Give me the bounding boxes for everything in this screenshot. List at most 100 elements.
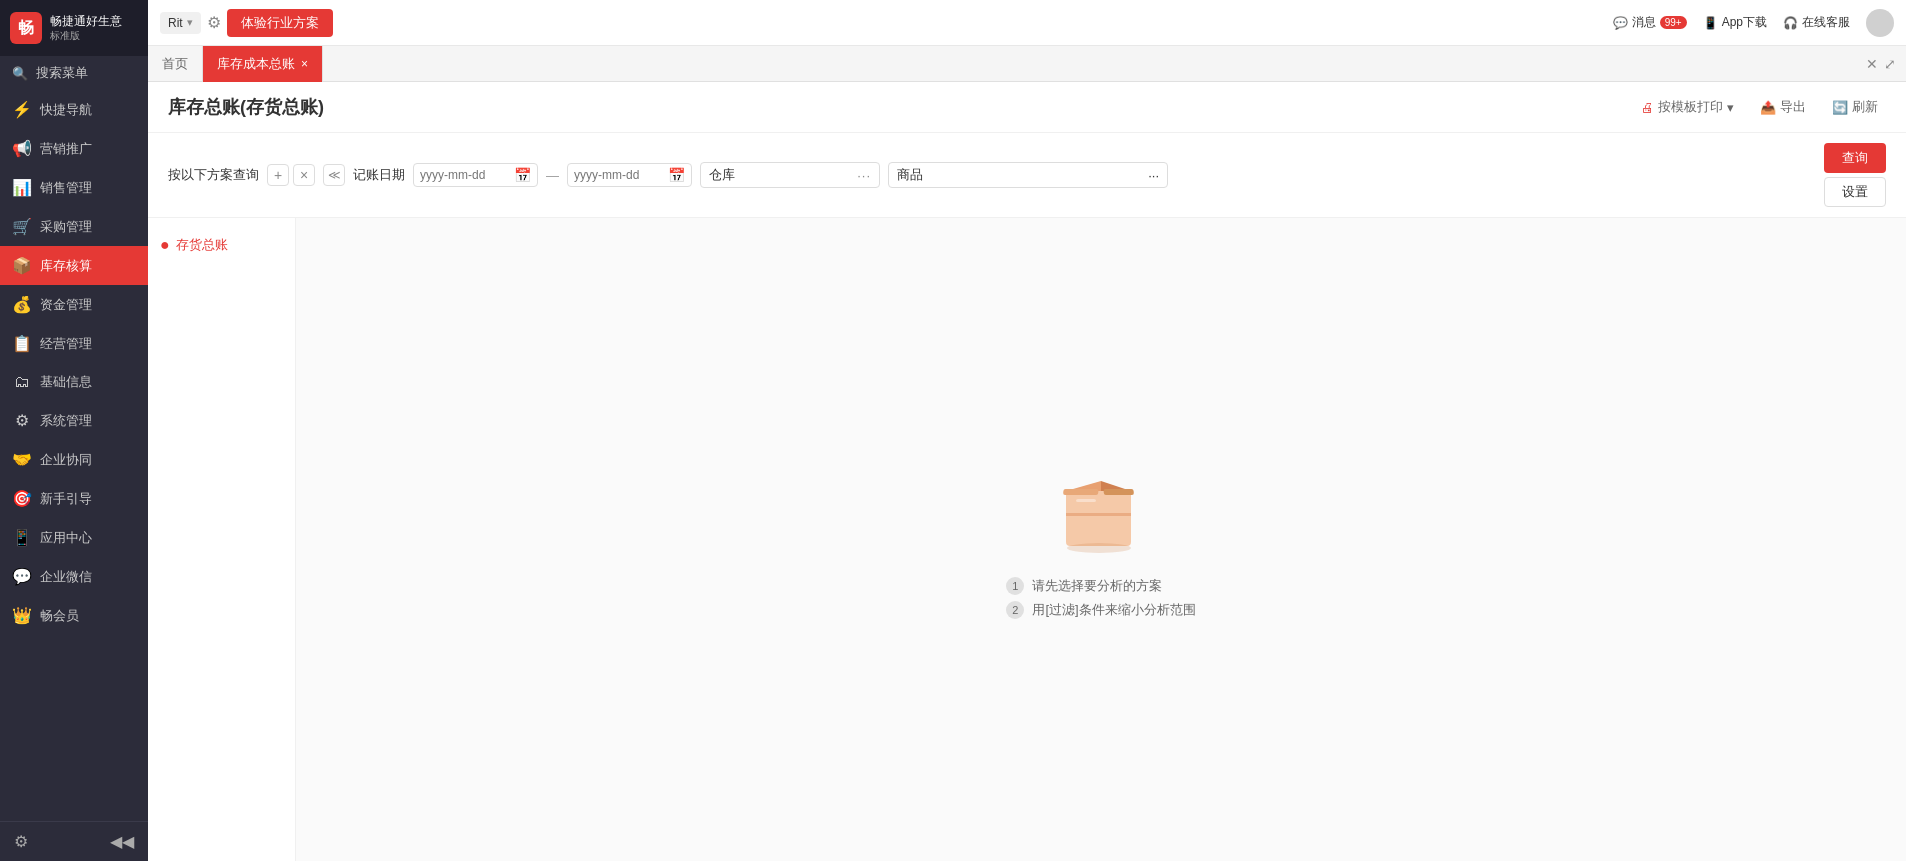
tab-home[interactable]: 首页	[148, 46, 203, 82]
sidebar-item-label: 营销推广	[40, 140, 92, 158]
step1-text: 请先选择要分析的方案	[1032, 577, 1162, 595]
collapse-icon[interactable]: ◀◀	[110, 832, 134, 851]
sidebar-bottom: ⚙ ◀◀	[0, 821, 148, 861]
sidebar-item-inventory[interactable]: 📦 库存核算	[0, 246, 148, 285]
app-logo: 畅 畅捷通好生意 标准版	[0, 0, 148, 56]
export-icon: 📤	[1760, 100, 1776, 115]
system-icon: ⚙	[12, 411, 32, 430]
date-start-input[interactable]	[420, 168, 510, 182]
close-tab-icon[interactable]: ×	[301, 58, 308, 70]
scheme-sidebar: ● 存货总账	[148, 218, 296, 861]
sidebar-item-finance[interactable]: 💰 资金管理	[0, 285, 148, 324]
sidebar-item-app-center[interactable]: 📱 应用中心	[0, 518, 148, 557]
avatar[interactable]	[1866, 9, 1894, 37]
empty-step1: 1 请先选择要分析的方案	[1006, 577, 1195, 595]
warehouse-select[interactable]: 仓库 ···	[700, 162, 880, 188]
search-icon: 🔍	[12, 66, 28, 81]
logo-icon: 畅	[10, 12, 42, 44]
message-btn[interactable]: 💬 消息 99+	[1613, 14, 1687, 31]
date-separator: —	[546, 168, 559, 183]
sidebar-item-label: 快捷导航	[40, 101, 92, 119]
date-end-input-wrap[interactable]: 📅	[567, 163, 692, 187]
marketing-icon: 📢	[12, 139, 32, 158]
gear-icon[interactable]: ⚙	[207, 13, 221, 32]
scheme-item-inventory[interactable]: ● 存货总账	[148, 228, 295, 262]
empty-state: 1 请先选择要分析的方案 2 用[过滤]条件来缩小分析范围	[1006, 461, 1195, 619]
sidebar-item-member[interactable]: 👑 畅会员	[0, 596, 148, 635]
print-icon: 🖨	[1641, 100, 1654, 115]
operations-icon: 📋	[12, 334, 32, 353]
calendar-start-icon[interactable]: 📅	[514, 167, 531, 183]
warehouse-more-icon: ···	[857, 168, 871, 183]
print-label: 按模板打印	[1658, 98, 1723, 116]
chevron-down-icon: ▾	[187, 16, 193, 29]
page-title: 库存总账(存货总账)	[168, 95, 324, 119]
page-header: 库存总账(存货总账) 🖨 按模板打印 ▾ 📤 导出 🔄 刷新	[148, 82, 1906, 133]
query-btn[interactable]: 查询	[1824, 143, 1886, 173]
svg-point-7	[1067, 543, 1131, 553]
tabbar: 首页 库存成本总账 × ✕ ⤢	[148, 46, 1906, 82]
settings-bottom-icon[interactable]: ⚙	[14, 832, 28, 851]
print-btn[interactable]: 🖨 按模板打印 ▾	[1633, 94, 1742, 120]
sidebar-item-marketing[interactable]: 📢 营销推广	[0, 129, 148, 168]
sidebar-item-wechat[interactable]: 💬 企业微信	[0, 557, 148, 596]
refresh-btn[interactable]: 🔄 刷新	[1824, 94, 1886, 120]
sidebar-item-label: 基础信息	[40, 373, 92, 391]
app-center-icon: 📱	[12, 528, 32, 547]
sidebar-item-quick-nav[interactable]: ⚡ 快捷导航	[0, 90, 148, 129]
newbie-icon: 🎯	[12, 489, 32, 508]
warehouse-label: 仓库	[709, 166, 735, 184]
app-download-label: App下载	[1722, 14, 1767, 31]
svg-rect-4	[1103, 489, 1134, 495]
filter-add-btn[interactable]: +	[267, 164, 289, 186]
logo-sub: 标准版	[50, 29, 122, 42]
logo-main: 畅捷通好生意	[50, 14, 122, 30]
search-menu-label: 搜索菜单	[36, 64, 88, 82]
date-start-input-wrap[interactable]: 📅	[413, 163, 538, 187]
goods-select[interactable]: 商品 ···	[888, 162, 1168, 188]
user-name: Rit	[168, 16, 183, 30]
tab-active-label: 库存成本总账	[217, 55, 295, 73]
filter-collapse-btn[interactable]: ≪	[323, 164, 345, 186]
app-download-btn[interactable]: 📱 App下载	[1703, 14, 1767, 31]
sidebar-item-operations[interactable]: 📋 经营管理	[0, 324, 148, 363]
finance-icon: 💰	[12, 295, 32, 314]
sidebar-item-label: 采购管理	[40, 218, 92, 236]
tab-panel-right: ✕ ⤢	[1856, 56, 1906, 72]
sidebar-item-label: 新手引导	[40, 490, 92, 508]
export-btn[interactable]: 📤 导出	[1752, 94, 1814, 120]
close-panel-icon[interactable]: ✕	[1866, 56, 1878, 72]
filter-delete-btn[interactable]: ×	[293, 164, 315, 186]
sidebar-item-label: 库存核算	[40, 257, 92, 275]
message-badge: 99+	[1660, 16, 1687, 29]
search-menu[interactable]: 🔍 搜索菜单	[0, 56, 148, 90]
empty-svg	[1041, 461, 1161, 561]
online-support-label: 在线客服	[1802, 14, 1850, 31]
sidebar-item-enterprise[interactable]: 🤝 企业协同	[0, 440, 148, 479]
user-area[interactable]: Rit ▾	[160, 12, 201, 34]
sidebar-item-purchase[interactable]: 🛒 采购管理	[0, 207, 148, 246]
sidebar-item-base-info[interactable]: 🗂 基础信息	[0, 363, 148, 401]
main-content: 1 请先选择要分析的方案 2 用[过滤]条件来缩小分析范围	[296, 218, 1906, 861]
tab-inventory-ledger[interactable]: 库存成本总账 ×	[203, 46, 323, 82]
date-end-input[interactable]	[574, 168, 664, 182]
sidebar-item-newbie[interactable]: 🎯 新手引导	[0, 479, 148, 518]
empty-lines: 1 请先选择要分析的方案 2 用[过滤]条件来缩小分析范围	[1006, 577, 1195, 619]
filter-label: 按以下方案查询	[168, 166, 259, 184]
goods-more-icon: ···	[1148, 168, 1159, 183]
sidebar-item-system[interactable]: ⚙ 系统管理	[0, 401, 148, 440]
settings-btn[interactable]: 设置	[1824, 177, 1886, 207]
svg-rect-6	[1066, 513, 1131, 516]
date-filter-label: 记账日期	[353, 166, 405, 184]
scheme-inventory-icon: ●	[160, 236, 170, 254]
sidebar-item-label: 企业协同	[40, 451, 92, 469]
tab-home-label: 首页	[162, 55, 188, 73]
industry-btn[interactable]: 体验行业方案	[227, 9, 333, 37]
sidebar-item-sales[interactable]: 📊 销售管理	[0, 168, 148, 207]
calendar-end-icon[interactable]: 📅	[668, 167, 685, 183]
online-support-btn[interactable]: 🎧 在线客服	[1783, 14, 1850, 31]
message-icon: 💬	[1613, 16, 1628, 30]
sidebar-item-label: 企业微信	[40, 568, 92, 586]
topbar-right: 💬 消息 99+ 📱 App下载 🎧 在线客服	[1613, 9, 1894, 37]
expand-panel-icon[interactable]: ⤢	[1884, 56, 1896, 72]
